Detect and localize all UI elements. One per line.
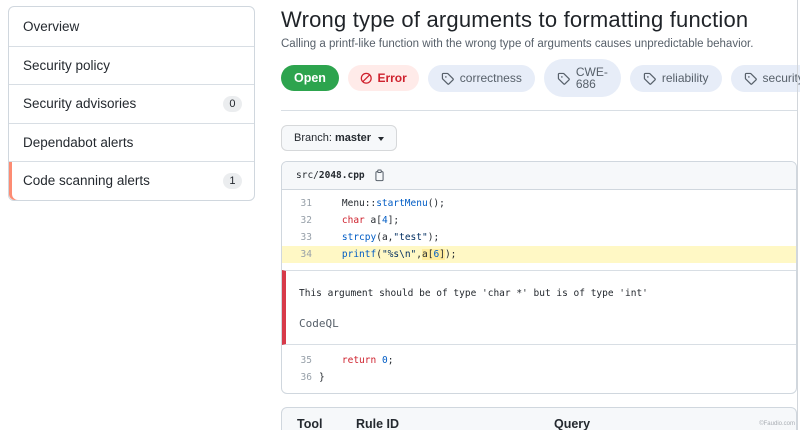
- tag-icon: [643, 72, 656, 85]
- watermark: ©Faudio.com: [759, 421, 795, 427]
- tag-badge-correctness[interactable]: correctness: [428, 65, 535, 92]
- details-column-query: QueryView source: [554, 417, 619, 430]
- sidebar-item-label: Security advisories: [23, 96, 223, 111]
- tag-badge-reliability[interactable]: reliability: [630, 65, 722, 92]
- details-column-rule-id: Rule IDcpp/wrong-type-format-argument: [356, 417, 554, 430]
- code-text: return 0;: [319, 352, 393, 369]
- code-line-36: 36}: [282, 369, 796, 386]
- code-line-32: 32 char a[4];: [282, 212, 796, 229]
- code-line-34: 34 printf("%s\n",a[6]);: [282, 246, 796, 263]
- security-sidebar: Overview Security policy Security advisori…: [8, 6, 255, 201]
- file-path: src/2048.cpp: [296, 170, 365, 181]
- tag-label: correctness: [460, 72, 522, 84]
- sidebar-item-label: Overview: [23, 19, 242, 34]
- sidebar-item-security-advisories[interactable]: Security advisories0: [9, 84, 254, 123]
- code-text: printf("%s\n",a[6]);: [319, 246, 456, 263]
- main-content: Wrong type of arguments to formatting fu…: [255, 6, 800, 430]
- count-badge: 0: [223, 96, 242, 112]
- branch-selector[interactable]: Branch: master: [281, 125, 397, 151]
- tag-badge-cwe-686[interactable]: CWE-686: [544, 59, 621, 97]
- sidebar-item-label: Security policy: [23, 58, 242, 73]
- annotation-tool-name: CodeQL: [299, 315, 780, 332]
- severity-badge-error: Error: [348, 65, 419, 92]
- line-number: 35: [282, 352, 312, 369]
- section-divider: [281, 110, 797, 111]
- branch-selector-text: Branch: master: [294, 132, 371, 144]
- sidebar-item-label: Dependabot alerts: [23, 135, 242, 150]
- code-text: char a[4];: [319, 212, 399, 229]
- details-header: Query: [554, 417, 619, 430]
- page-title: Wrong type of arguments to formatting fu…: [281, 6, 797, 34]
- tag-badge-security[interactable]: security: [731, 65, 800, 92]
- alert-details-table: ToolCodeQLRule IDcpp/wrong-type-format-a…: [281, 407, 797, 430]
- chevron-down-icon: [378, 137, 384, 141]
- code-snippet: src/2048.cpp 31 Menu::startMenu();32 cha…: [281, 161, 797, 394]
- count-badge: 1: [223, 173, 242, 189]
- severity-badge-label: Error: [377, 72, 406, 84]
- line-number: 36: [282, 369, 312, 386]
- sidebar-item-label: Code scanning alerts: [23, 173, 223, 188]
- sidebar-item-overview[interactable]: Overview: [9, 7, 254, 46]
- details-header: Tool: [297, 417, 356, 430]
- tag-icon: [744, 72, 757, 85]
- alert-description: Calling a printf-like function with the …: [281, 37, 797, 52]
- codeql-annotation: This argument should be of type 'char *'…: [282, 270, 796, 345]
- tag-label: security: [763, 72, 800, 84]
- tag-label: reliability: [662, 72, 709, 84]
- sidebar-item-code-scanning-alerts[interactable]: Code scanning alerts1: [9, 161, 254, 200]
- tag-label: CWE-686: [576, 66, 608, 90]
- tag-icon: [557, 72, 570, 85]
- code-line-33: 33 strcpy(a,"test");: [282, 229, 796, 246]
- code-file-header: src/2048.cpp: [282, 162, 796, 190]
- annotation-message: This argument should be of type 'char *'…: [299, 285, 780, 302]
- code-scanning-alert-page: Overview Security policy Security advisori…: [0, 0, 800, 430]
- scrollbar-edge: [797, 0, 799, 430]
- line-number: 32: [282, 212, 312, 229]
- details-column-tool: ToolCodeQL: [297, 417, 356, 430]
- code-text: }: [319, 369, 325, 386]
- details-header: Rule ID: [356, 417, 554, 430]
- copy-icon[interactable]: [374, 169, 385, 182]
- code-text: Menu::startMenu();: [319, 195, 445, 212]
- tag-icon: [441, 72, 454, 85]
- line-number: 31: [282, 195, 312, 212]
- circle-slash-icon: [360, 72, 373, 85]
- sidebar-item-security-policy[interactable]: Security policy: [9, 46, 254, 85]
- line-number: 34: [282, 246, 312, 263]
- code-text: strcpy(a,"test");: [319, 229, 439, 246]
- badge-row: Open Error correctness CWE-686 reliability…: [281, 59, 797, 97]
- code-line-31: 31 Menu::startMenu();: [282, 195, 796, 212]
- sidebar-item-dependabot-alerts[interactable]: Dependabot alerts: [9, 123, 254, 162]
- code-line-35: 35 return 0;: [282, 352, 796, 369]
- line-number: 33: [282, 229, 312, 246]
- status-badge-open: Open: [281, 65, 339, 91]
